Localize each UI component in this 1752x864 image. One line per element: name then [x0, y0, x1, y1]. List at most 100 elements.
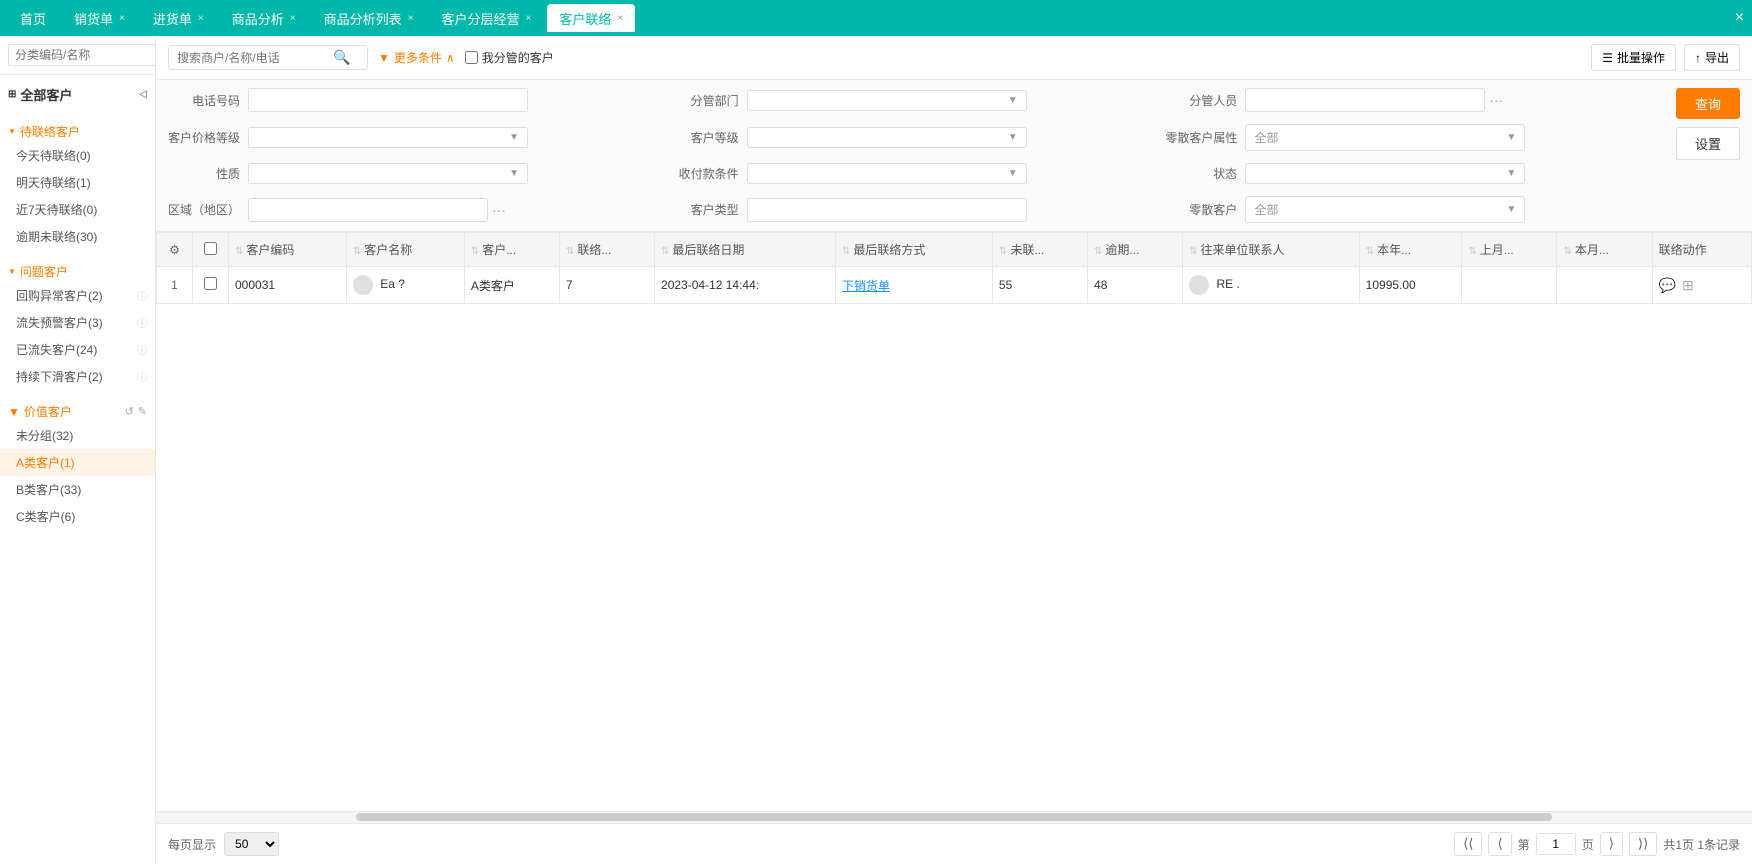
col-sort-type[interactable]: ⇅ — [471, 246, 479, 257]
region-input[interactable] — [248, 198, 488, 222]
pending-group-text: 待联络客户 — [20, 123, 80, 140]
col-sort-year[interactable]: ⇅ — [1366, 246, 1374, 257]
query-btn[interactable]: 查询 — [1676, 88, 1740, 119]
phone-input[interactable] — [248, 88, 528, 112]
nav-tab-customer-mgmt[interactable]: 客户分层经营 × — [429, 4, 543, 32]
col-sort-person[interactable]: ⇅ — [1189, 246, 1197, 257]
col-sort-date[interactable]: ⇅ — [661, 246, 669, 257]
person-dots[interactable]: ··· — [1485, 92, 1507, 108]
close-icon-customer-contact[interactable]: × — [617, 13, 623, 24]
col-sort-tmonth[interactable]: ⇅ — [1563, 246, 1571, 257]
sidebar-item-overdue[interactable]: 逾期未联络(30) — [0, 223, 155, 250]
sidebar-item-7days[interactable]: 近7天待联络(0) — [0, 196, 155, 223]
row-code: 000031 — [229, 267, 347, 304]
status-select[interactable]: ▼ — [1245, 163, 1525, 184]
collapse-icon[interactable]: ◁ — [139, 89, 147, 100]
sidebar-item-c-class[interactable]: C类客户(6) — [0, 503, 155, 530]
sidebar-pending-section: ▼ 待联络客户 今天待联络(0) 明天待联络(1) 近7天待联络(0) 逾期未联… — [0, 114, 155, 254]
close-icon-analysis[interactable]: × — [290, 13, 296, 24]
nav-tab-analysis[interactable]: 商品分析 × — [220, 4, 308, 32]
close-icon-customer-mgmt[interactable]: × — [525, 13, 531, 24]
retail-attr-select[interactable]: 全部 ▼ — [1245, 124, 1525, 151]
row-last-month — [1462, 267, 1557, 304]
export-btn[interactable]: ↑ 导出 — [1684, 44, 1740, 71]
my-customers-checkbox[interactable] — [465, 51, 478, 64]
edit-icon[interactable]: ✎ — [138, 405, 147, 418]
chat-icon[interactable]: 💬 — [1659, 277, 1676, 294]
region-dots[interactable]: ··· — [488, 202, 510, 218]
col-sort-code[interactable]: ⇅ — [235, 246, 243, 257]
customer-type-input[interactable] — [747, 198, 1027, 222]
sidebar-item-churn-warning[interactable]: 流失预警客户(3) ⓘ — [0, 309, 155, 336]
price-grade-select[interactable]: ▼ — [248, 127, 528, 148]
overdue-label: 逾期未联络(30) — [16, 228, 97, 245]
payment-select[interactable]: ▼ — [747, 163, 1027, 184]
col-checkbox[interactable] — [193, 233, 229, 267]
filter-search-icon[interactable]: 🔍 — [333, 49, 350, 66]
col-overdue: ⇅逾期... — [1088, 233, 1183, 267]
col-sort-method[interactable]: ⇅ — [842, 246, 850, 257]
settings-btn[interactable]: 设置 — [1676, 127, 1740, 160]
nature-select[interactable]: ▼ — [248, 163, 528, 184]
status-field: 状态 ▼ — [1165, 163, 1664, 184]
row-last-method-link[interactable]: 下销货单 — [842, 279, 890, 293]
sidebar-item-unclassified[interactable]: 未分组(32) — [0, 422, 155, 449]
col-sort-contact[interactable]: ⇅ — [566, 246, 574, 257]
sidebar-item-b-class[interactable]: B类客户(33) — [0, 476, 155, 503]
status-label: 状态 — [1165, 165, 1245, 182]
select-all-checkbox[interactable] — [204, 242, 217, 255]
row-overdue: 48 — [1088, 267, 1183, 304]
first-page-btn[interactable]: ⟨⟨ — [1454, 832, 1482, 856]
page-number-input[interactable] — [1536, 833, 1576, 855]
refresh-icon[interactable]: ↺ — [125, 405, 134, 418]
row-checkbox[interactable] — [204, 277, 217, 290]
value-group-label[interactable]: ▼ 价值客户 ↺ ✎ — [0, 398, 155, 422]
filter-more-btn[interactable]: ▼ 更多条件 ∧ — [378, 49, 455, 66]
pending-group-label[interactable]: ▼ 待联络客户 — [0, 118, 155, 142]
sidebar-item-tomorrow[interactable]: 明天待联络(1) — [0, 169, 155, 196]
row-checkbox-cell[interactable] — [193, 267, 229, 304]
row-name-avatar — [353, 275, 373, 295]
col-sort-uncontacted[interactable]: ⇅ — [999, 246, 1007, 257]
dept-select[interactable]: ▼ — [747, 90, 1027, 111]
nav-tab-home[interactable]: 首页 — [8, 4, 58, 32]
close-icon-purchase[interactable]: × — [198, 13, 204, 24]
my-customers-checkbox-area[interactable]: 我分管的客户 — [465, 49, 554, 66]
qr-icon[interactable]: ⊞ — [1682, 277, 1694, 294]
region-field: 区域（地区） ··· — [168, 198, 667, 222]
person-input[interactable] — [1245, 88, 1485, 112]
per-page-select[interactable]: 50 100 200 — [224, 832, 279, 856]
row-last-method[interactable]: 下销货单 — [835, 267, 992, 304]
nav-tab-analysis-list[interactable]: 商品分析列表 × — [312, 4, 426, 32]
next-page-btn[interactable]: ⟩ — [1600, 832, 1623, 856]
my-customers-label: 我分管的客户 — [482, 49, 554, 66]
close-all-btn[interactable]: × — [1735, 9, 1744, 27]
col-gear[interactable]: ⚙ — [157, 233, 193, 267]
sidebar-item-today[interactable]: 今天待联络(0) — [0, 142, 155, 169]
nav-tab-customer-contact[interactable]: 客户联络 × — [547, 4, 635, 32]
problem-group-label[interactable]: ▼ 问题客户 — [0, 258, 155, 282]
sidebar-search-input[interactable] — [8, 44, 156, 66]
horizontal-scrollbar[interactable] — [356, 813, 1552, 821]
payment-arrow: ▼ — [1008, 168, 1018, 179]
customer-mgmt-label: 客户分层经营 — [441, 9, 519, 28]
row-actions: 💬 ⊞ — [1652, 267, 1751, 304]
sidebar-item-declining[interactable]: 持续下滑客户(2) ⓘ — [0, 363, 155, 390]
nav-tab-sales[interactable]: 销货单 × — [62, 4, 137, 32]
customer-grade-select[interactable]: ▼ — [747, 127, 1027, 148]
last-page-btn[interactable]: ⟩⟩ — [1629, 832, 1657, 856]
retail-customer-select[interactable]: 全部 ▼ — [1245, 196, 1525, 223]
sidebar-item-a-class[interactable]: A类客户(1) — [0, 449, 155, 476]
batch-op-btn[interactable]: ☰ 批量操作 — [1591, 44, 1676, 71]
prev-page-btn[interactable]: ⟨ — [1488, 832, 1511, 856]
col-sort-lmonth[interactable]: ⇅ — [1468, 246, 1476, 257]
sidebar-all-customers[interactable]: ⊞ 全部客户 ◁ — [0, 79, 155, 110]
filter-search-input[interactable] — [177, 51, 327, 65]
sidebar-item-repurchase-abnormal[interactable]: 回购异常客户(2) ⓘ — [0, 282, 155, 309]
close-icon-sales[interactable]: × — [119, 13, 125, 24]
col-sort-overdue[interactable]: ⇅ — [1094, 246, 1102, 257]
close-icon-analysis-list[interactable]: × — [408, 13, 414, 24]
nav-tab-purchase[interactable]: 进货单 × — [141, 4, 216, 32]
sidebar-item-churned[interactable]: 已流失客户(24) ⓘ — [0, 336, 155, 363]
col-sort-name[interactable]: ⇅ — [353, 246, 361, 257]
